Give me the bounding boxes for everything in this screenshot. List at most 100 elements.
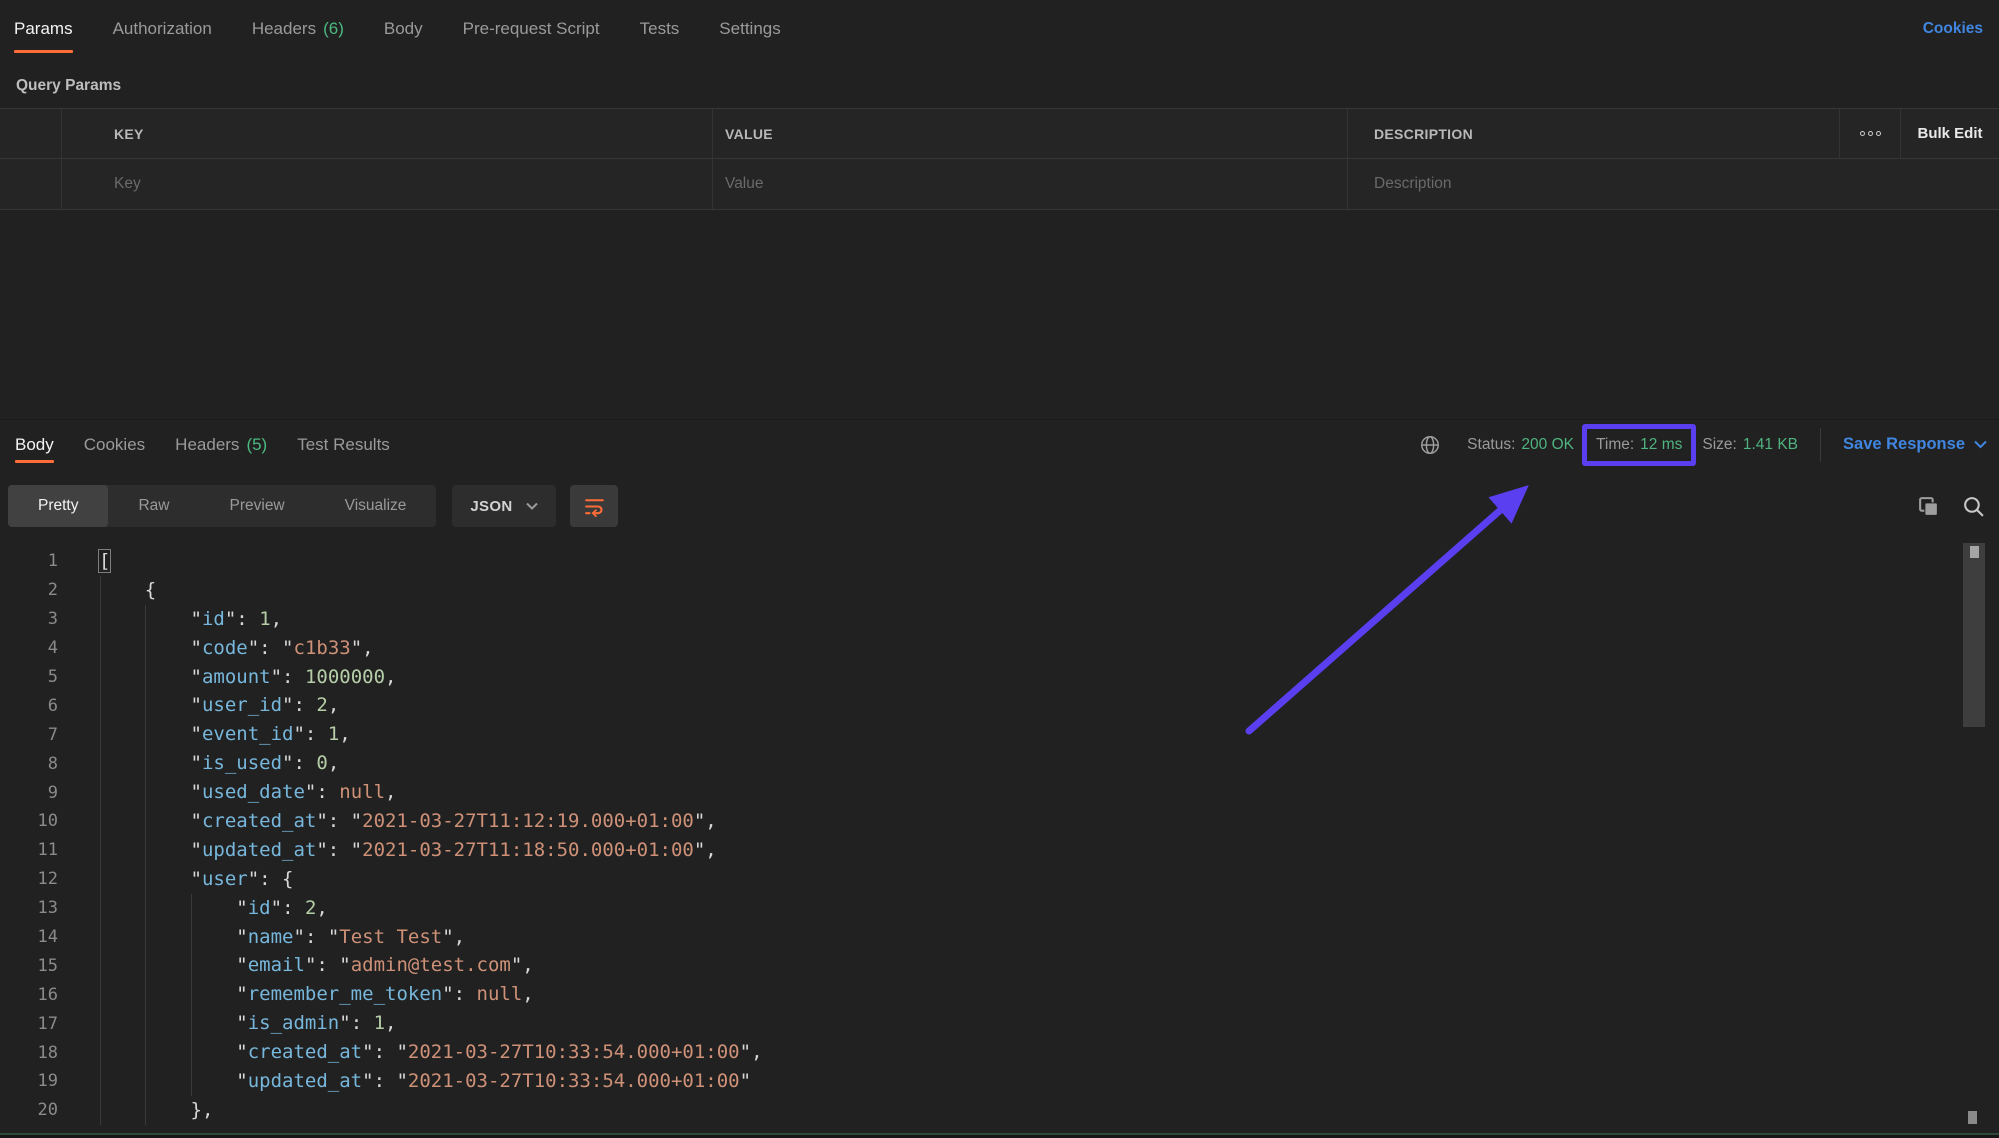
param-key-cell[interactable] — [62, 159, 713, 209]
response-tab-test-results[interactable]: Test Results — [297, 420, 390, 469]
code-lines: 1[2 {3 "id": 1,4 "code": "c1b33",5 "amou… — [0, 547, 1999, 1125]
code-line: 2 { — [0, 576, 1999, 605]
param-key-input[interactable] — [114, 175, 712, 193]
request-tab-body[interactable]: Body — [384, 0, 423, 57]
indent-guide — [191, 894, 192, 1096]
line-number: 4 — [0, 638, 58, 658]
row-select-cell[interactable] — [0, 159, 62, 209]
request-tab-settings[interactable]: Settings — [719, 0, 780, 57]
wrap-text-button[interactable] — [570, 485, 618, 527]
code-line: 9 "used_date": null, — [0, 778, 1999, 807]
code-line-content: }, — [99, 1096, 213, 1125]
scrollbar-marker — [1968, 1111, 1977, 1124]
chevron-down-icon — [526, 502, 538, 510]
indent-guide — [145, 605, 146, 1125]
code-line-content: "id": 2, — [99, 894, 328, 923]
request-tab-authorization[interactable]: Authorization — [113, 0, 212, 57]
code-line: 20 }, — [0, 1096, 1999, 1125]
response-tab-cookies[interactable]: Cookies — [84, 420, 145, 469]
response-status: Status: 200 OK — [1467, 436, 1574, 454]
chevron-down-icon — [1974, 440, 1987, 449]
line-number: 11 — [0, 840, 58, 860]
code-line: 15 "email": "admin@test.com", — [0, 951, 1999, 980]
column-header-key: KEY — [62, 109, 713, 158]
request-tab-tests[interactable]: Tests — [640, 0, 680, 57]
code-line: 16 "remember_me_token": null, — [0, 980, 1999, 1009]
postman-app: Params Authorization Headers(6) Body Pre-req… — [0, 0, 1999, 1138]
row-select-cell[interactable] — [0, 109, 62, 158]
line-number: 16 — [0, 985, 58, 1005]
line-number: 18 — [0, 1043, 58, 1063]
param-value-cell[interactable] — [713, 159, 1348, 209]
line-number: 12 — [0, 869, 58, 889]
search-button[interactable] — [1962, 495, 1985, 518]
code-line: 8 "is_used": 0, — [0, 749, 1999, 778]
empty-area — [0, 210, 1999, 419]
more-options-icon — [1876, 131, 1881, 136]
response-body-editor[interactable]: 1[2 {3 "id": 1,4 "code": "c1b33",5 "amou… — [0, 543, 1999, 1138]
response-header: Body Cookies Headers(5) Test Results Status… — [0, 419, 1999, 469]
vertical-scrollbar[interactable] — [1963, 543, 1985, 727]
view-tab-raw[interactable]: Raw — [108, 485, 199, 527]
more-options-icon — [1868, 131, 1873, 136]
line-number: 3 — [0, 609, 58, 629]
line-number: 9 — [0, 783, 58, 803]
code-line: 1[ — [0, 547, 1999, 576]
tab-label: Body — [15, 435, 54, 455]
request-tab-headers[interactable]: Headers(6) — [252, 0, 344, 57]
value-column-label: VALUE — [725, 126, 773, 142]
view-tab-visualize[interactable]: Visualize — [315, 485, 437, 527]
cookies-link[interactable]: Cookies — [1923, 20, 1983, 38]
code-line-content: "amount": 1000000, — [99, 663, 396, 692]
code-line: 17 "is_admin": 1, — [0, 1009, 1999, 1038]
code-line: 4 "code": "c1b33", — [0, 634, 1999, 663]
param-description-cell[interactable] — [1348, 159, 1999, 209]
tab-label: Headers — [252, 19, 316, 39]
indent-guide — [100, 576, 101, 1125]
tab-label: Headers — [175, 435, 239, 455]
request-tab-bar: Params Authorization Headers(6) Body Pre-req… — [0, 0, 1999, 57]
line-number: 15 — [0, 956, 58, 976]
tab-label: Params — [14, 19, 73, 39]
line-number: 6 — [0, 696, 58, 716]
param-description-input[interactable] — [1374, 175, 1999, 193]
code-line-content: "code": "c1b33", — [99, 634, 374, 663]
save-response-label: Save Response — [1843, 435, 1965, 454]
line-number: 2 — [0, 580, 58, 600]
tab-label: Test Results — [297, 435, 390, 455]
code-line: 10 "created_at": "2021-03-27T11:12:19.00… — [0, 807, 1999, 836]
key-column-label: KEY — [114, 126, 144, 142]
code-line-content: "email": "admin@test.com", — [99, 951, 534, 980]
request-tab-params[interactable]: Params — [14, 0, 73, 57]
code-line-content: "created_at": "2021-03-27T11:12:19.000+0… — [99, 807, 717, 836]
request-tab-pre-request-script[interactable]: Pre-request Script — [463, 0, 600, 57]
more-options-button[interactable] — [1840, 109, 1901, 158]
response-tab-body[interactable]: Body — [15, 420, 54, 469]
tab-label: Tests — [640, 19, 680, 39]
bulk-edit-button[interactable]: Bulk Edit — [1901, 109, 1999, 158]
tab-label: Settings — [719, 19, 780, 39]
code-line-content: "updated_at": "2021-03-27T10:33:54.000+0… — [99, 1067, 751, 1096]
view-tab-pretty[interactable]: Pretty — [8, 485, 108, 527]
format-select[interactable]: JSON — [452, 485, 556, 527]
code-line-content: "used_date": null, — [99, 778, 396, 807]
search-icon — [1962, 495, 1985, 518]
line-number: 1 — [0, 551, 58, 571]
save-response-button[interactable]: Save Response — [1843, 435, 1987, 454]
response-toolbar: PrettyRawPreviewVisualize JSON — [0, 469, 1999, 543]
line-number: 13 — [0, 898, 58, 918]
code-line-content: { — [99, 576, 156, 605]
line-number: 10 — [0, 811, 58, 831]
size-value: 1.41 KB — [1743, 436, 1798, 454]
copy-button[interactable] — [1917, 495, 1940, 518]
column-header-value: VALUE — [713, 109, 1348, 158]
response-tab-headers[interactable]: Headers(5) — [175, 420, 267, 469]
param-value-input[interactable] — [725, 175, 1347, 193]
code-line-content: [ — [99, 547, 110, 576]
copy-icon — [1917, 495, 1940, 518]
line-number: 14 — [0, 927, 58, 947]
toolbar-right-icons — [1917, 495, 1985, 518]
view-tab-preview[interactable]: Preview — [200, 485, 315, 527]
wrap-text-icon — [582, 494, 607, 519]
code-line: 14 "name": "Test Test", — [0, 923, 1999, 952]
